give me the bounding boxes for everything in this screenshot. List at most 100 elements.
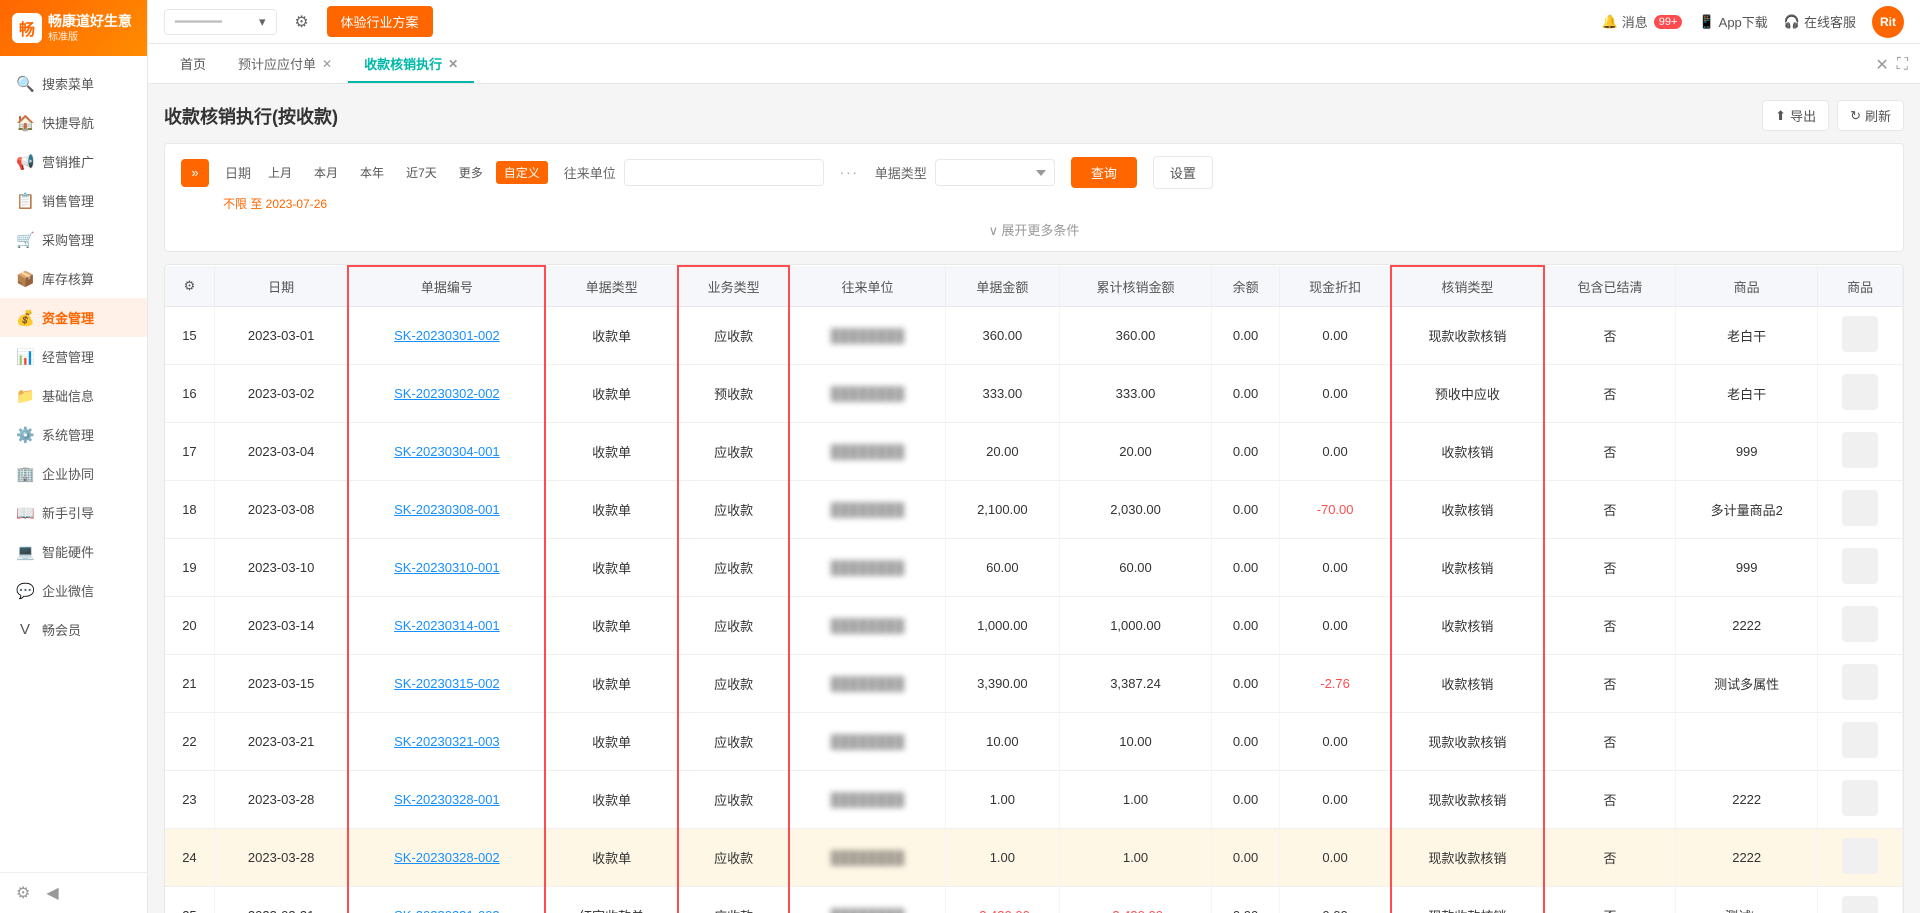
cell-include-settled: 否 xyxy=(1544,539,1676,597)
cell-biz-type: 应收款 xyxy=(678,887,790,913)
sidebar-item-system[interactable]: ⚙️ 系统管理 xyxy=(0,415,147,454)
topbar-settings-button[interactable]: ⚙ xyxy=(287,7,317,37)
filter-partner-input[interactable] xyxy=(624,159,824,186)
filter-this-month[interactable]: 本月 xyxy=(305,160,347,185)
tab-home[interactable]: 首页 xyxy=(164,46,222,83)
cell-partner: ████████ xyxy=(789,597,945,655)
topbar-right: 🔔 消息 99+ 📱 App下载 🎧 在线客服 Rit xyxy=(1602,6,1904,38)
refresh-button[interactable]: ↻ 刷新 xyxy=(1837,100,1904,131)
cell-cumulative: 360.00 xyxy=(1060,307,1212,365)
filter-settings-button[interactable]: 设置 xyxy=(1153,156,1213,189)
cell-amount: 1,000.00 xyxy=(945,597,1060,655)
cell-goods: 老白干 xyxy=(1676,307,1818,365)
sidebar-item-purchase[interactable]: 🛒 采购管理 xyxy=(0,220,147,259)
notification-item[interactable]: 🔔 消息 99+ xyxy=(1602,12,1683,31)
filter-more[interactable]: 更多 xyxy=(450,160,492,185)
sidebar-item-operations[interactable]: 📊 经营管理 xyxy=(0,337,147,376)
voucher-no-link[interactable]: SK-20230315-002 xyxy=(394,676,500,691)
cell-date: 2023-03-01 xyxy=(214,307,348,365)
filter-last-month[interactable]: 上月 xyxy=(259,160,301,185)
sidebar-item-icon-hardware: 💻 xyxy=(16,543,34,561)
cell-cash-discount: 0.00 xyxy=(1280,423,1391,481)
user-avatar-item[interactable]: Rit xyxy=(1872,6,1904,38)
tab-prepay[interactable]: 预计应应付单 ✕ xyxy=(222,46,348,83)
filter-date-buttons: 上月 本月 本年 近7天 更多 自定义 xyxy=(259,160,548,185)
filter-toggle-button[interactable]: » xyxy=(181,159,209,187)
app-download-item[interactable]: 📱 App下载 xyxy=(1698,12,1767,31)
topbar-dropdown[interactable]: ━━━━━━ ▾ xyxy=(164,9,277,35)
tab-collection-close[interactable]: ✕ xyxy=(448,57,458,71)
col-header-balance: 余额 xyxy=(1211,266,1280,307)
voucher-no-link[interactable]: SK-20230302-002 xyxy=(394,386,500,401)
cell-cancel-type: 现款收款核销 xyxy=(1391,887,1544,913)
cell-cancel-type: 收款核销 xyxy=(1391,423,1544,481)
sidebar-item-search[interactable]: 🔍 搜索菜单 xyxy=(0,64,147,103)
sidebar-item-wechat[interactable]: 💬 企业微信 xyxy=(0,571,147,610)
maximize-icon[interactable]: ⛶ xyxy=(1897,56,1908,74)
cell-date: 2023-03-08 xyxy=(214,481,348,539)
sidebar-item-icon-inventory: 📦 xyxy=(16,270,34,288)
expand-conditions-bar[interactable]: ∨ 展开更多条件 xyxy=(181,220,1887,239)
voucher-no-link[interactable]: SK-20230304-001 xyxy=(394,444,500,459)
sidebar-item-basic[interactable]: 📁 基础信息 xyxy=(0,376,147,415)
cell-goods2 xyxy=(1818,655,1903,713)
close-all-icon[interactable]: ✕ xyxy=(1875,55,1888,75)
sidebar-item-inventory[interactable]: 📦 库存核算 xyxy=(0,259,147,298)
cell-voucher-type: 收款单 xyxy=(545,307,677,365)
cell-amount: 10.00 xyxy=(945,713,1060,771)
sidebar-item-hardware[interactable]: 💻 智能硬件 xyxy=(0,532,147,571)
cell-goods2 xyxy=(1818,481,1903,539)
sidebar-collapse-icon[interactable]: ◀ xyxy=(46,883,58,903)
filter-last-7days[interactable]: 近7天 xyxy=(397,160,446,185)
voucher-no-link[interactable]: SK-20230331-002 xyxy=(394,908,500,913)
online-service-item[interactable]: 🎧 在线客服 xyxy=(1784,12,1856,31)
sidebar-item-capital[interactable]: 💰 资金管理 xyxy=(0,298,147,337)
cell-voucher-no: SK-20230310-001 xyxy=(348,539,545,597)
sidebar-item-sales[interactable]: 📋 销售管理 xyxy=(0,181,147,220)
filter-this-year[interactable]: 本年 xyxy=(351,160,393,185)
filter-voucher-type-select[interactable] xyxy=(935,159,1055,186)
tab-prepay-close[interactable]: ✕ xyxy=(322,57,332,71)
sidebar-item-label-sales: 销售管理 xyxy=(42,191,94,210)
cell-goods2 xyxy=(1818,771,1903,829)
cell-partner: ████████ xyxy=(789,713,945,771)
sidebar-item-member[interactable]: V 畅会员 xyxy=(0,610,147,649)
col-header-date: 日期 xyxy=(214,266,348,307)
sidebar-item-guide[interactable]: 📖 新手引导 xyxy=(0,493,147,532)
filter-custom[interactable]: 自定义 xyxy=(496,161,548,184)
cell-no: 20 xyxy=(165,597,214,655)
cell-partner: ████████ xyxy=(789,771,945,829)
sidebar-item-label-member: 畅会员 xyxy=(42,620,81,639)
sidebar-item-label-quick-nav: 快捷导航 xyxy=(42,113,94,132)
page-actions: ⬆ 导出 ↻ 刷新 xyxy=(1762,100,1904,131)
voucher-no-link[interactable]: SK-20230308-001 xyxy=(394,502,500,517)
cell-voucher-type: 收款单 xyxy=(545,365,677,423)
export-icon: ⬆ xyxy=(1775,108,1786,124)
sidebar-item-quick-nav[interactable]: 🏠 快捷导航 xyxy=(0,103,147,142)
voucher-no-link[interactable]: SK-20230310-001 xyxy=(394,560,500,575)
voucher-no-link[interactable]: SK-20230328-002 xyxy=(394,850,500,865)
cell-include-settled: 否 xyxy=(1544,597,1676,655)
cell-voucher-type: 收款单 xyxy=(545,771,677,829)
cell-goods2 xyxy=(1818,365,1903,423)
sidebar-item-marketing[interactable]: 📢 营销推广 xyxy=(0,142,147,181)
cell-voucher-type: 收款单 xyxy=(545,829,677,887)
filter-query-button[interactable]: 查询 xyxy=(1071,157,1137,188)
tab-collection-cancel[interactable]: 收款核销执行 ✕ xyxy=(348,46,474,83)
cell-balance: 0.00 xyxy=(1211,829,1280,887)
sidebar-item-enterprise[interactable]: 🏢 企业协同 xyxy=(0,454,147,493)
cell-goods2 xyxy=(1818,887,1903,913)
voucher-no-link[interactable]: SK-20230314-001 xyxy=(394,618,500,633)
col-header-amount: 单据金额 xyxy=(945,266,1060,307)
voucher-no-link[interactable]: SK-20230321-003 xyxy=(394,734,500,749)
col-header-settings[interactable]: ⚙ xyxy=(165,266,214,307)
voucher-no-link[interactable]: SK-20230301-002 xyxy=(394,328,500,343)
topbar-industry-button[interactable]: 体验行业方案 xyxy=(327,6,433,37)
cell-biz-type: 应收款 xyxy=(678,307,790,365)
export-button[interactable]: ⬆ 导出 xyxy=(1762,100,1829,131)
filter-date-range-display: 不限 至 2023-07-26 xyxy=(223,195,1887,212)
table-row: 22 2023-03-21 SK-20230321-003 收款单 应收款 ██… xyxy=(165,713,1903,771)
cell-voucher-type: 收款单 xyxy=(545,713,677,771)
voucher-no-link[interactable]: SK-20230328-001 xyxy=(394,792,500,807)
sidebar-settings-icon[interactable]: ⚙ xyxy=(16,883,30,903)
